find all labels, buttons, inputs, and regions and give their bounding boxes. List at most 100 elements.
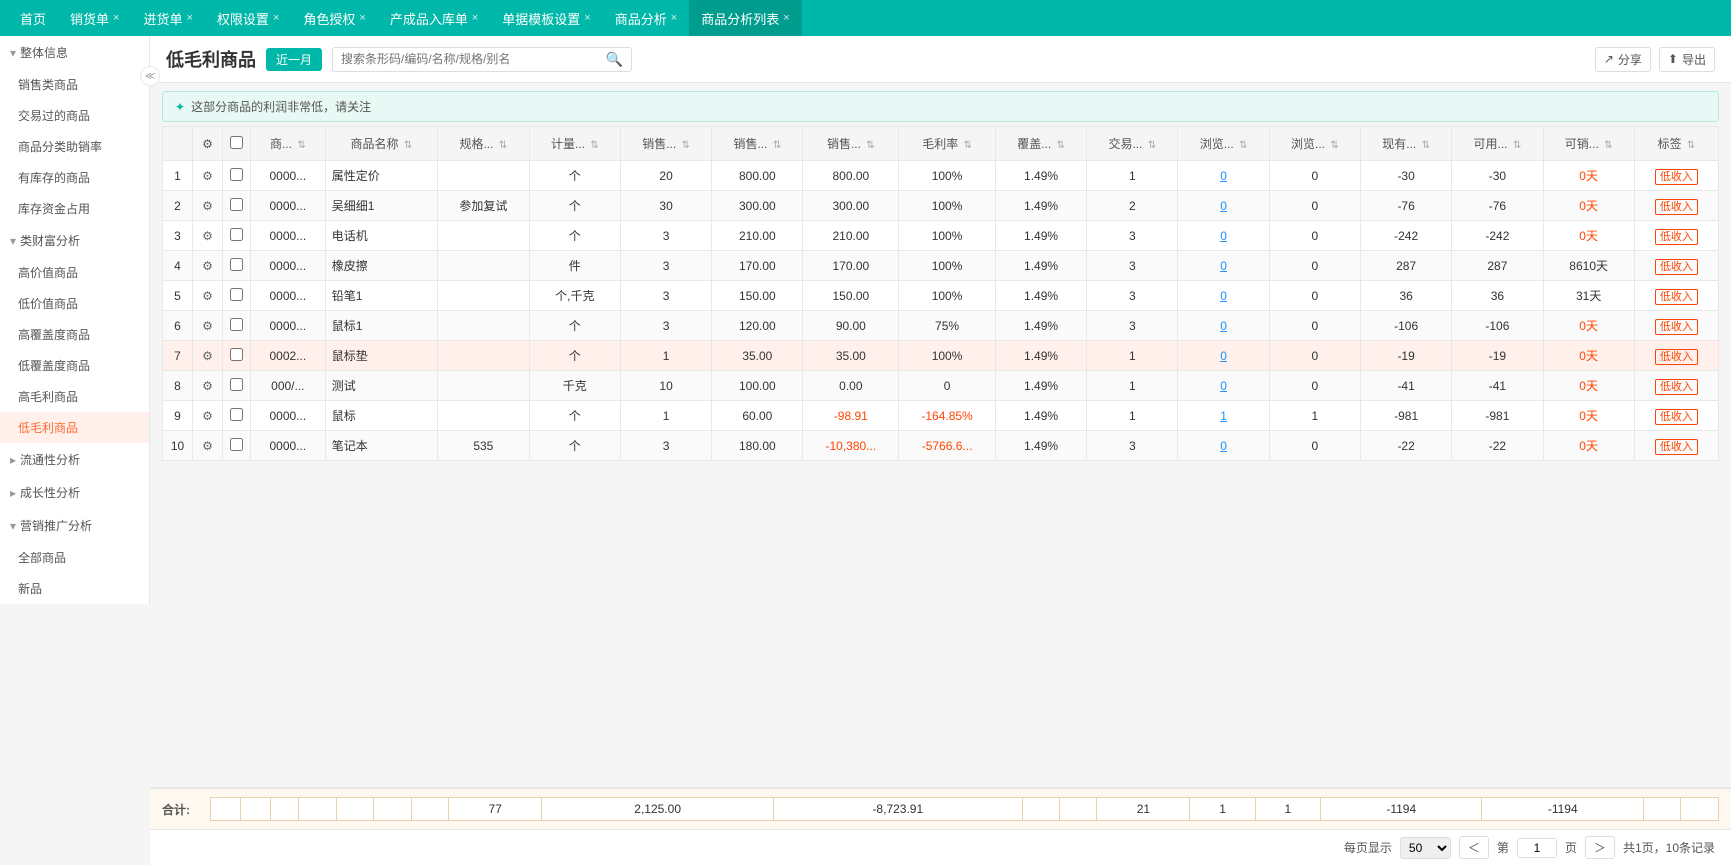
nav-close-permissions[interactable]: × (273, 12, 279, 24)
th-view2[interactable]: 浏览... ⇅ (1269, 127, 1360, 161)
row-settings[interactable]: ⚙ (193, 431, 223, 461)
row-settings[interactable]: ⚙ (193, 191, 223, 221)
row-view1[interactable]: 0 (1178, 161, 1269, 191)
th-name[interactable]: 商品名称 ⇅ (325, 127, 437, 161)
nav-close-template[interactable]: × (584, 12, 590, 24)
nav-close-analysis-list[interactable]: × (783, 12, 789, 24)
sidebar-item-stock-capital[interactable]: 库存资金占用 (0, 193, 149, 224)
share-button[interactable]: ↗ 分享 (1595, 47, 1651, 72)
page-size-select[interactable]: 50 100 200 (1400, 837, 1451, 859)
sidebar-section-overall[interactable]: ▾ 整体信息 (0, 36, 149, 69)
sidebar-item-low-value[interactable]: 低价值商品 (0, 288, 149, 319)
next-page-button[interactable]: ＞ (1585, 836, 1615, 859)
sidebar-section-wealth[interactable]: ▾ 类财富分析 (0, 224, 149, 257)
sidebar-item-traded-goods[interactable]: 交易过的商品 (0, 100, 149, 131)
row-settings[interactable]: ⚙ (193, 371, 223, 401)
row-select-checkbox[interactable] (230, 198, 243, 211)
sidebar-item-high-margin[interactable]: 高毛利商品 (0, 381, 149, 412)
sidebar-item-stocked-goods[interactable]: 有库存的商品 (0, 162, 149, 193)
nav-close-product-entry[interactable]: × (472, 12, 478, 24)
row-view1[interactable]: 0 (1178, 221, 1269, 251)
th-gross-margin[interactable]: 毛利率 ⇅ (899, 127, 996, 161)
sidebar-collapse-button[interactable]: ≪ (140, 66, 160, 86)
row-select-checkbox[interactable] (230, 348, 243, 361)
th-sales-profit[interactable]: 销售... ⇅ (803, 127, 899, 161)
row-checkbox[interactable] (223, 341, 251, 371)
row-settings[interactable]: ⚙ (193, 281, 223, 311)
nav-item-purchase[interactable]: 进货单 × (131, 0, 204, 36)
th-transaction[interactable]: 交易... ⇅ (1087, 127, 1178, 161)
row-view1[interactable]: 1 (1178, 401, 1269, 431)
sidebar-item-low-coverage[interactable]: 低覆盖度商品 (0, 350, 149, 381)
row-select-checkbox[interactable] (230, 168, 243, 181)
th-view1[interactable]: 浏览... ⇅ (1178, 127, 1269, 161)
row-settings[interactable]: ⚙ (193, 221, 223, 251)
search-input[interactable] (341, 52, 606, 66)
row-checkbox[interactable] (223, 191, 251, 221)
nav-item-permissions[interactable]: 权限设置 × (205, 0, 291, 36)
row-select-checkbox[interactable] (230, 228, 243, 241)
row-select-checkbox[interactable] (230, 318, 243, 331)
sidebar-item-category-rate[interactable]: 商品分类助销率 (0, 131, 149, 162)
row-view1[interactable]: 0 (1178, 431, 1269, 461)
row-view1[interactable]: 0 (1178, 341, 1269, 371)
sidebar-section-circulation[interactable]: ▸ 流通性分析 (0, 443, 149, 476)
nav-item-home[interactable]: 首页 (8, 0, 58, 36)
nav-item-product-entry[interactable]: 产成品入库单 × (378, 0, 490, 36)
row-checkbox[interactable] (223, 251, 251, 281)
th-sales-qty[interactable]: 销售... ⇅ (620, 127, 711, 161)
row-checkbox[interactable] (223, 311, 251, 341)
row-settings[interactable]: ⚙ (193, 401, 223, 431)
th-sales-amount[interactable]: 销售... ⇅ (712, 127, 803, 161)
nav-item-sales[interactable]: 销货单 × (58, 0, 131, 36)
sidebar-item-high-value[interactable]: 高价值商品 (0, 257, 149, 288)
row-view1[interactable]: 0 (1178, 251, 1269, 281)
row-checkbox[interactable] (223, 401, 251, 431)
sidebar-item-new-goods[interactable]: 新品 (0, 573, 149, 604)
th-current[interactable]: 现有... ⇅ (1360, 127, 1451, 161)
row-select-checkbox[interactable] (230, 408, 243, 421)
sidebar-section-growth[interactable]: ▸ 成长性分析 (0, 476, 149, 509)
row-view1[interactable]: 0 (1178, 191, 1269, 221)
row-select-checkbox[interactable] (230, 258, 243, 271)
row-view1[interactable]: 0 (1178, 371, 1269, 401)
row-checkbox[interactable] (223, 281, 251, 311)
page-number-input[interactable] (1517, 838, 1557, 858)
row-settings[interactable]: ⚙ (193, 161, 223, 191)
sidebar-item-low-margin[interactable]: 低毛利商品 (0, 412, 149, 443)
nav-close-analysis[interactable]: × (671, 12, 677, 24)
nav-item-template-settings[interactable]: 单据模板设置 × (490, 0, 602, 36)
row-checkbox[interactable] (223, 371, 251, 401)
row-view1[interactable]: 0 (1178, 311, 1269, 341)
row-select-checkbox[interactable] (230, 438, 243, 451)
row-checkbox[interactable] (223, 431, 251, 461)
th-settings[interactable]: ⚙ (193, 127, 223, 161)
sidebar-section-marketing[interactable]: ▾ 营销推广分析 (0, 509, 149, 542)
sidebar-item-high-coverage[interactable]: 高覆盖度商品 (0, 319, 149, 350)
nav-item-analysis-list[interactable]: 商品分析列表 × (689, 0, 801, 36)
prev-page-button[interactable]: ＜ (1459, 836, 1489, 859)
nav-close-purchase[interactable]: × (186, 12, 192, 24)
sidebar-item-all-goods[interactable]: 全部商品 (0, 542, 149, 573)
nav-item-product-analysis[interactable]: 商品分析 × (603, 0, 689, 36)
th-unit[interactable]: 计量... ⇅ (529, 127, 620, 161)
row-select-checkbox[interactable] (230, 288, 243, 301)
nav-item-roles[interactable]: 角色授权 × (291, 0, 377, 36)
th-spec[interactable]: 规格... ⇅ (437, 127, 529, 161)
th-sellable[interactable]: 可销... ⇅ (1543, 127, 1634, 161)
sidebar-item-sales-goods[interactable]: 销售类商品 (0, 69, 149, 100)
row-select-checkbox[interactable] (230, 378, 243, 391)
th-tag[interactable]: 标签 ⇅ (1634, 127, 1718, 161)
row-checkbox[interactable] (223, 161, 251, 191)
row-settings[interactable]: ⚙ (193, 341, 223, 371)
th-code[interactable]: 商... ⇅ (251, 127, 326, 161)
nav-close-sales[interactable]: × (113, 12, 119, 24)
row-settings[interactable]: ⚙ (193, 311, 223, 341)
row-settings[interactable]: ⚙ (193, 251, 223, 281)
export-button[interactable]: ⬆ 导出 (1659, 47, 1715, 72)
th-coverage[interactable]: 覆盖... ⇅ (995, 127, 1086, 161)
row-view1[interactable]: 0 (1178, 281, 1269, 311)
select-all-checkbox[interactable] (230, 136, 243, 149)
filter-button[interactable]: 近一月 (266, 48, 322, 71)
nav-close-roles[interactable]: × (359, 12, 365, 24)
